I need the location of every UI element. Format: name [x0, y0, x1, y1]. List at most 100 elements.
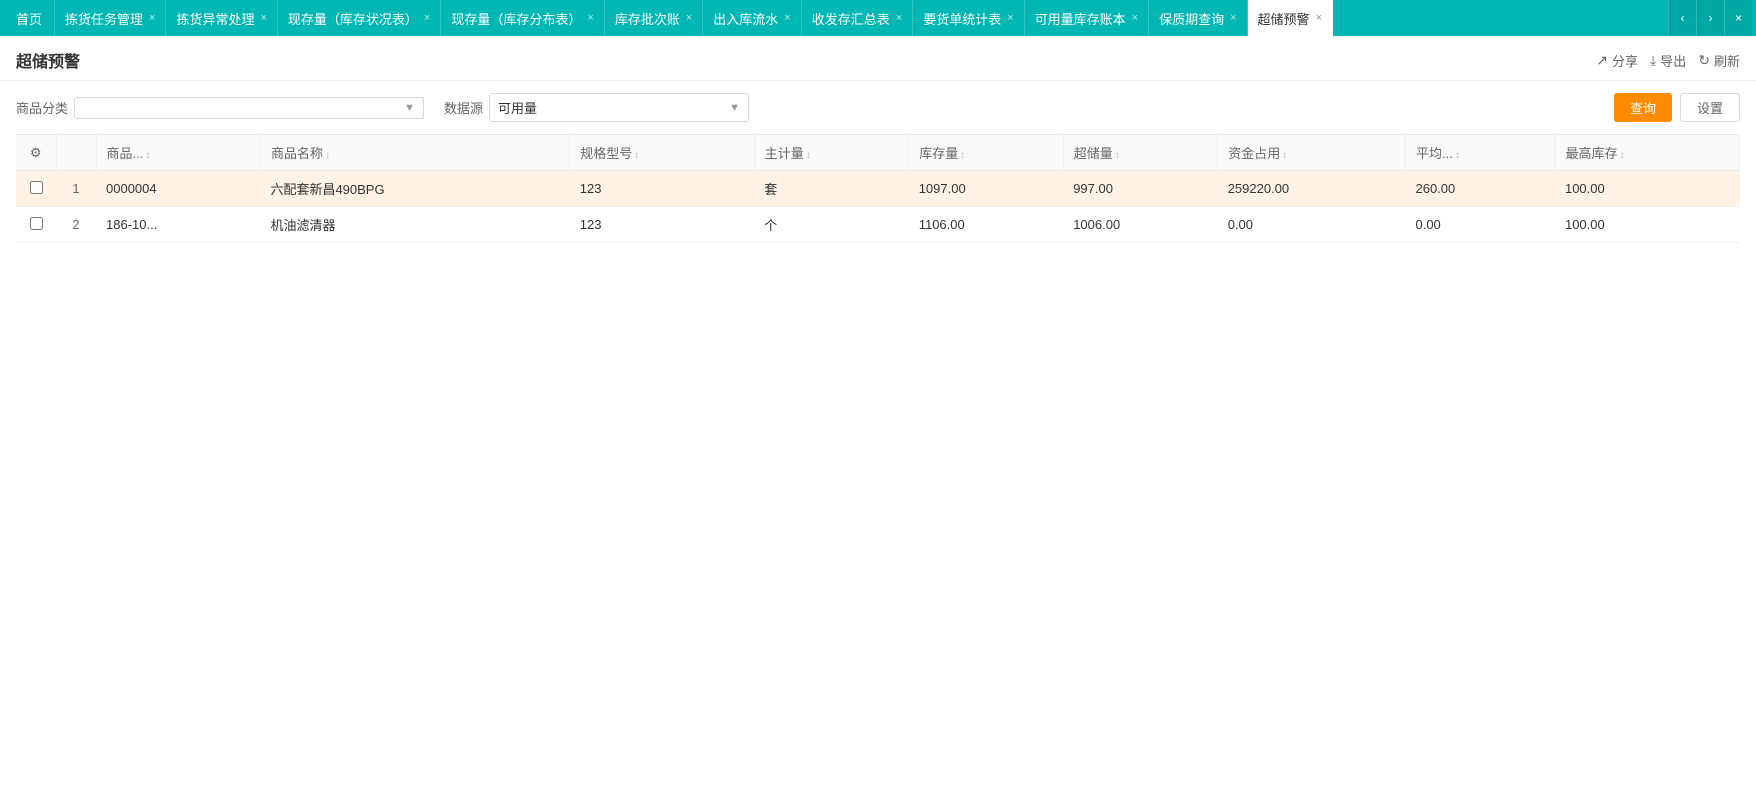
nav-tab-1[interactable]: 拣货异常处理 ×: [166, 0, 277, 36]
nav-tab-label-3: 现存量（库存分布表）: [451, 9, 581, 28]
gear-icon: ⚙: [30, 145, 42, 160]
nav-tab-8[interactable]: 可用量库存账本 ×: [1025, 0, 1149, 36]
nav-home[interactable]: 首页: [4, 0, 55, 36]
nav-tabs-container: 拣货任务管理×拣货异常处理×现存量（库存状况表）×现存量（库存分布表）×库存批次…: [55, 0, 1668, 36]
filter-area: 商品分类 ▼ 数据源 可用量 ▼ 查询 设置: [0, 81, 1756, 134]
nav-home-label: 首页: [16, 9, 42, 28]
nav-tab-9[interactable]: 保质期查询 ×: [1149, 0, 1247, 36]
data-table: ⚙ 商品...↕ 商品名称↕ 规格型号↕ 主计量↕ 库存量↕ 超储量↕ 资金占用…: [16, 134, 1740, 243]
nav-tab-0[interactable]: 拣货任务管理×: [55, 0, 166, 36]
nav-arrows: ‹ › ×: [1668, 0, 1752, 36]
top-nav: 首页 拣货任务管理×拣货异常处理×现存量（库存状况表）×现存量（库存分布表）×库…: [0, 0, 1756, 36]
row-unit-1: 个: [754, 207, 909, 243]
refresh-icon: ↻: [1698, 52, 1710, 69]
table-row: 2 186-10... 机油滤清器 123 个 1106.00 1006.00 …: [16, 207, 1740, 243]
th-stock[interactable]: 库存量↕: [909, 135, 1064, 171]
row-max-stock-1: 100.00: [1555, 207, 1740, 243]
datasource-select[interactable]: 可用量 ▼: [489, 93, 749, 122]
row-spec-0: 123: [570, 171, 754, 207]
row-capital-0: 259220.00: [1218, 171, 1406, 207]
th-capital[interactable]: 资金占用↕: [1218, 135, 1406, 171]
row-overstock-1: 1006.00: [1063, 207, 1218, 243]
query-button[interactable]: 查询: [1614, 93, 1672, 122]
nav-tab-label-6: 收发存汇总表: [812, 9, 890, 28]
row-stock-1: 1106.00: [909, 207, 1064, 243]
page-container: 超储预警 ↗ 分享 ⤓ 导出 ↻ 刷新 商品分类 ▼ 数据源: [0, 36, 1756, 800]
nav-arrow-right[interactable]: ›: [1696, 0, 1724, 36]
th-spec[interactable]: 规格型号↕: [570, 135, 754, 171]
nav-tab-label-4: 库存批次账: [615, 9, 680, 28]
row-overstock-0: 997.00: [1063, 171, 1218, 207]
th-code[interactable]: 商品...↕: [96, 135, 260, 171]
nav-tab-6[interactable]: 收发存汇总表 ×: [802, 0, 913, 36]
row-checkbox-cell-1: [16, 207, 56, 243]
nav-tab-10[interactable]: 超储预警 ×: [1248, 0, 1333, 36]
datasource-chevron-icon: ▼: [729, 102, 740, 114]
nav-arrow-left[interactable]: ‹: [1668, 0, 1696, 36]
nav-tab-close-5[interactable]: ×: [784, 12, 790, 24]
datasource-label: 数据源: [444, 98, 483, 117]
nav-tab-close-8[interactable]: ×: [1132, 12, 1138, 24]
row-checkbox-cell-0: [16, 171, 56, 207]
nav-tab-4[interactable]: 库存批次账 ×: [605, 0, 703, 36]
nav-tab-label-9: 保质期查询: [1159, 9, 1224, 28]
nav-tab-close-0[interactable]: ×: [149, 12, 155, 24]
row-spec-1: 123: [570, 207, 754, 243]
th-unit[interactable]: 主计量↕: [754, 135, 909, 171]
th-name[interactable]: 商品名称↕: [260, 135, 569, 171]
nav-tab-close-7[interactable]: ×: [1007, 12, 1013, 24]
page-header: 超储预警 ↗ 分享 ⤓ 导出 ↻ 刷新: [0, 36, 1756, 81]
nav-tab-close-2[interactable]: ×: [424, 12, 430, 24]
row-checkbox-1[interactable]: [30, 217, 43, 230]
nav-tab-close-4[interactable]: ×: [686, 12, 692, 24]
nav-tab-label-8: 可用量库存账本: [1035, 9, 1126, 28]
category-label: 商品分类: [16, 98, 68, 117]
share-button[interactable]: ↗ 分享: [1596, 51, 1638, 70]
filter-buttons: 查询 设置: [1614, 93, 1740, 122]
nav-tab-label-10: 超储预警: [1258, 9, 1310, 28]
row-num-1: 2: [56, 207, 96, 243]
table-header: ⚙ 商品...↕ 商品名称↕ 规格型号↕ 主计量↕ 库存量↕ 超储量↕ 资金占用…: [16, 135, 1740, 171]
refresh-label: 刷新: [1714, 51, 1740, 70]
th-avg[interactable]: 平均...↕: [1405, 135, 1554, 171]
row-code-1: 186-10...: [96, 207, 260, 243]
export-button[interactable]: ⤓ 导出: [1650, 51, 1686, 70]
th-gear[interactable]: ⚙: [16, 135, 56, 171]
datasource-filter: 数据源 可用量 ▼: [444, 93, 749, 122]
settings-button[interactable]: 设置: [1680, 93, 1740, 122]
nav-tab-7[interactable]: 要货单统计表×: [913, 0, 1024, 36]
nav-tab-close-6[interactable]: ×: [896, 12, 902, 24]
refresh-button[interactable]: ↻ 刷新: [1698, 51, 1740, 70]
row-capital-1: 0.00: [1218, 207, 1406, 243]
nav-tab-label-2: 现存量（库存状况表）: [288, 9, 418, 28]
nav-arrow-close[interactable]: ×: [1724, 0, 1752, 36]
row-unit-0: 套: [754, 171, 909, 207]
nav-tab-close-3[interactable]: ×: [587, 12, 593, 24]
row-avg-1: 0.00: [1405, 207, 1554, 243]
row-checkbox-0[interactable]: [30, 181, 43, 194]
th-max-stock[interactable]: 最高库存↕: [1555, 135, 1740, 171]
row-max-stock-0: 100.00: [1555, 171, 1740, 207]
page-title: 超储预警: [16, 48, 80, 72]
th-overstock[interactable]: 超储量↕: [1063, 135, 1218, 171]
nav-tab-close-1[interactable]: ×: [260, 12, 266, 24]
nav-tab-close-9[interactable]: ×: [1230, 12, 1236, 24]
table-row: 1 0000004 六配套新昌490BPG 123 套 1097.00 997.…: [16, 171, 1740, 207]
category-select[interactable]: ▼: [74, 97, 424, 119]
category-filter: 商品分类 ▼: [16, 97, 424, 119]
export-label: 导出: [1660, 51, 1686, 70]
nav-tab-close-10[interactable]: ×: [1316, 12, 1322, 24]
row-avg-0: 260.00: [1405, 171, 1554, 207]
share-label: 分享: [1612, 51, 1638, 70]
row-num-0: 1: [56, 171, 96, 207]
nav-tab-5[interactable]: 出入库流水 ×: [703, 0, 801, 36]
nav-tab-2[interactable]: 现存量（库存状况表） ×: [278, 0, 441, 36]
nav-tab-3[interactable]: 现存量（库存分布表） ×: [441, 0, 604, 36]
nav-tab-label-5: 出入库流水: [713, 9, 778, 28]
th-row-num: [56, 135, 96, 171]
row-name-0: 六配套新昌490BPG: [260, 171, 569, 207]
nav-tab-label-1: 拣货异常处理: [176, 9, 254, 28]
table-container: ⚙ 商品...↕ 商品名称↕ 规格型号↕ 主计量↕ 库存量↕ 超储量↕ 资金占用…: [0, 134, 1756, 243]
share-icon: ↗: [1596, 52, 1608, 69]
header-actions: ↗ 分享 ⤓ 导出 ↻ 刷新: [1596, 51, 1740, 70]
